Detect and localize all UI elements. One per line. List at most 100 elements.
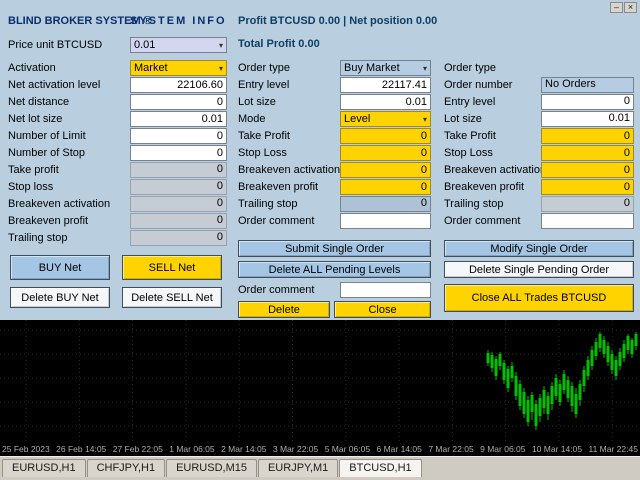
buy-net-button[interactable]: BUY Net [10,255,110,280]
axis-label: 3 Mar 22:05 [272,444,319,454]
net-distance-input[interactable] [130,94,227,110]
modify-single-order-button[interactable]: Modify Single Order [444,240,634,257]
dropdown-arrow-icon: ▾ [218,63,223,73]
dropdown-arrow-icon: ▾ [218,40,223,50]
dropdown-arrow-icon: ▾ [422,114,427,124]
sell-net-button[interactable]: SELL Net [122,255,222,280]
field-label: Order comment [238,284,315,296]
lot-size-input[interactable] [340,94,431,110]
axis-label: 25 Feb 2023 [2,444,50,454]
field-label: Lot size [444,113,482,125]
mode-select[interactable]: Level ▾ [340,111,431,127]
field-label: Stop loss [8,181,54,193]
lot-size-field: 0.01 [541,111,634,127]
price-unit-select[interactable]: 0.01 ▾ [130,37,227,53]
close-button[interactable]: × [624,2,637,13]
breakeven-profit-input[interactable] [340,179,431,195]
field-label: Net activation level [8,79,101,91]
activation-select[interactable]: Market ▾ [130,60,227,76]
submit-single-order-button[interactable]: Submit Single Order [238,240,431,257]
stop-loss-modify-input[interactable] [541,145,634,161]
order-comment-input[interactable] [340,213,431,229]
breakeven-profit-modify-input[interactable] [541,179,634,195]
delete-button[interactable]: Delete [238,301,330,318]
field-label: Breakeven activation [238,164,341,176]
axis-label: 10 Mar 14:05 [531,444,583,454]
field-label: Trailing stop [444,198,504,210]
minimize-button[interactable]: – [610,2,623,13]
field-label: Activation [8,62,56,74]
order-comment-modify-input[interactable] [541,213,634,229]
field-label: Breakeven activation [444,164,547,176]
axis-label: 27 Feb 22:05 [112,444,163,454]
terminal-window: – × BLIND BROKER SYSTEM ® SYSTEM INFO Pr… [0,0,640,480]
number-of-limit-input[interactable] [130,128,227,144]
axis-label: 2 Mar 14:05 [221,444,267,454]
tab-eurjpy-m1[interactable]: EURJPY,M1 [257,459,339,477]
axis-label: 1 Mar 06:05 [169,444,215,454]
selected-value: Level [344,112,371,125]
close-button-order[interactable]: Close [334,301,431,318]
price-chart-svg [0,320,640,442]
field-label: Order comment [444,215,521,227]
axis-label: 5 Mar 06:05 [324,444,371,454]
entry-level-input[interactable] [340,77,431,93]
delete-buy-net-button[interactable]: Delete BUY Net [10,287,110,308]
entry-level-field: 0 [541,94,634,110]
field-label: Breakeven profit [8,215,89,227]
take-profit-field: 0 [130,162,227,178]
field-label: Number of Stop [8,147,86,159]
close-all-trades-button[interactable]: Close ALL Trades BTCUSD [444,284,634,312]
stop-loss-field: 0 [130,179,227,195]
total-profit-text: Total Profit 0.00 [238,38,320,50]
axis-label: 7 Mar 22:05 [428,444,474,454]
field-label: Entry level [444,96,496,108]
order-type-select[interactable]: Buy Market ▾ [340,60,431,76]
net-lot-size-input[interactable] [130,111,227,127]
chart-area[interactable] [0,320,640,442]
axis-label: 26 Feb 14:05 [56,444,107,454]
field-label: Price unit BTCUSD [8,39,103,51]
field-label: Entry level [238,79,290,91]
axis-label: 11 Mar 22:45 [588,444,638,454]
trailing-stop-field: 0 [130,230,227,246]
selected-value: 0.01 [134,38,156,51]
axis-label: 9 Mar 06:05 [480,444,526,454]
tab-eurusd-h1[interactable]: EURUSD,H1 [2,459,86,477]
ea-panel: – × BLIND BROKER SYSTEM ® SYSTEM INFO Pr… [0,0,640,321]
delete-single-pending-order-button[interactable]: Delete Single Pending Order [444,261,634,278]
order-number-select[interactable]: No Orders [541,77,634,93]
field-label: Net lot size [8,113,63,125]
field-label: Order type [238,62,290,74]
field-label: Order comment [238,215,315,227]
take-profit-input[interactable] [340,128,431,144]
breakeven-activation-field: 0 [130,196,227,212]
breakeven-activation-modify-input[interactable] [541,162,634,178]
chart-tab-bar: EURUSD,H1 CHFJPY,H1 EURUSD,M15 EURJPY,M1… [0,456,640,480]
trailing-stop-input: 0 [340,196,431,212]
axis-label: 6 Mar 14:05 [376,444,422,454]
breakeven-activation-input[interactable] [340,162,431,178]
stop-loss-input[interactable] [340,145,431,161]
field-label: Breakeven activation [8,198,111,210]
order-comment-secondary-input[interactable] [340,282,431,298]
tab-eurusd-m15[interactable]: EURUSD,M15 [166,459,257,477]
net-activation-level-input[interactable] [130,77,227,93]
system-info-heading: SYSTEM INFO [130,15,227,27]
tab-chfjpy-h1[interactable]: CHFJPY,H1 [86,459,166,477]
delete-sell-net-button[interactable]: Delete SELL Net [122,287,222,308]
selected-value: Market [134,61,168,74]
field-label: Trailing stop [8,232,68,244]
field-label: Net distance [8,96,70,108]
field-label: Breakeven profit [444,181,525,193]
number-of-stop-input[interactable] [130,145,227,161]
field-label: Order type [444,62,496,74]
field-label: Take profit [8,164,59,176]
delete-all-pending-levels-button[interactable]: Delete ALL Pending Levels [238,261,431,278]
field-label: Take Profit [444,130,496,142]
take-profit-modify-input[interactable] [541,128,634,144]
tab-btcusd-h1[interactable]: BTCUSD,H1 [339,459,422,477]
field-label: Order number [444,79,513,91]
field-label: Lot size [238,96,276,108]
field-label: Take Profit [238,130,290,142]
